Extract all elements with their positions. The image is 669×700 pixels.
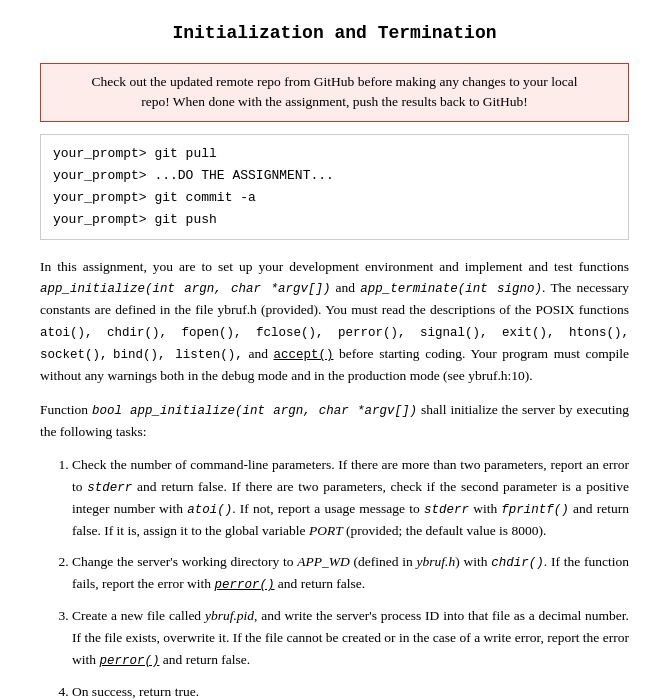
list-item-1: Check the number of command-line paramet… bbox=[72, 454, 629, 541]
notice-box: Check out the updated remote repo from G… bbox=[40, 63, 629, 122]
accept-func: accept() bbox=[273, 348, 333, 362]
stderr-2: stderr bbox=[424, 503, 469, 517]
list-item-3: Create a new file called ybruf.pid, and … bbox=[72, 605, 629, 670]
code-line-1: your_prompt> git pull bbox=[53, 143, 616, 165]
list-item-4: On success, return true. bbox=[72, 681, 629, 700]
intro-func1: app_initialize(int argn, char *argv[]) bbox=[40, 282, 330, 296]
code-line-4: your_prompt> git push bbox=[53, 209, 616, 231]
code-line-3: your_prompt> git commit -a bbox=[53, 187, 616, 209]
task-list: Check the number of command-line paramet… bbox=[72, 454, 629, 700]
code-line-2: your_prompt> ...DO THE ASSIGNMENT... bbox=[53, 165, 616, 187]
port-var: PORT bbox=[309, 523, 343, 538]
chdir-func: chdir() bbox=[491, 556, 544, 570]
notice-line2: repo! When done with the assignment, pus… bbox=[141, 94, 528, 109]
func-intro-text: Function bbox=[40, 402, 92, 417]
fprintf-func: fprintf() bbox=[501, 503, 569, 517]
func-bool: bool app_initialize(int argn, char *argv… bbox=[92, 404, 417, 418]
atoi-func: atoi() bbox=[187, 503, 232, 517]
perror-func-1: perror() bbox=[214, 578, 274, 592]
app-wd-var: APP_WD bbox=[297, 554, 349, 569]
perror-func-2: perror() bbox=[99, 654, 159, 668]
page-title: Initialization and Termination bbox=[40, 20, 629, 47]
intro-text: In this assignment, you are to set up yo… bbox=[40, 259, 629, 274]
intro-paragraph: In this assignment, you are to set up yo… bbox=[40, 256, 629, 387]
ybruf-h-ref: ybruf.h bbox=[417, 554, 456, 569]
intro-and: and bbox=[330, 280, 360, 295]
func-intro-paragraph: Function bool app_initialize(int argn, c… bbox=[40, 399, 629, 443]
intro-func2: app_terminate(int signo) bbox=[360, 282, 542, 296]
intro-bind: bind(), listen(), and accept() bbox=[108, 346, 334, 361]
bind-listen: bind(), listen(), bbox=[113, 348, 243, 362]
ybruf-pid-file: ybruf.pid bbox=[205, 608, 254, 623]
stderr-1: stderr bbox=[87, 481, 132, 495]
code-block: your_prompt> git pull your_prompt> ...DO… bbox=[40, 134, 629, 240]
list-item-2: Change the server's working directory to… bbox=[72, 551, 629, 595]
notice-line1: Check out the updated remote repo from G… bbox=[92, 74, 578, 89]
